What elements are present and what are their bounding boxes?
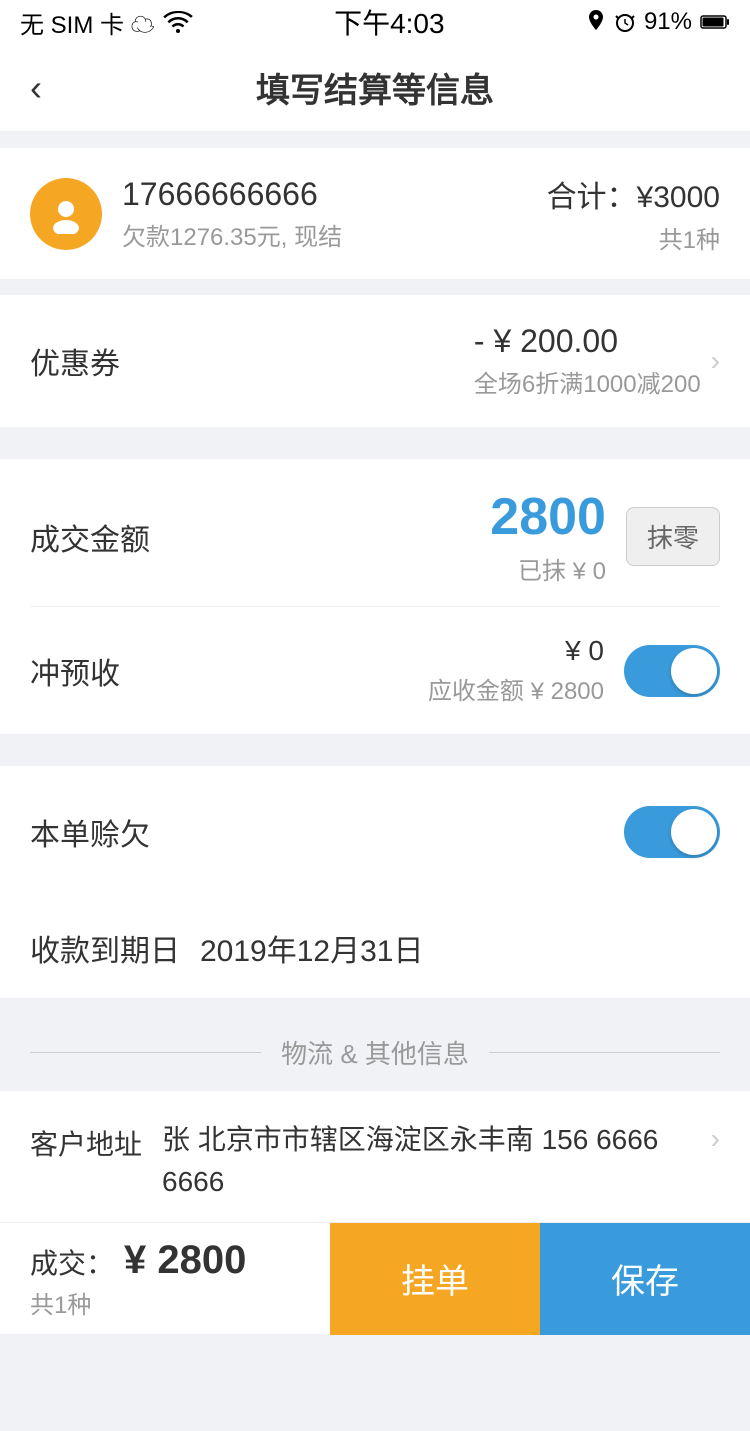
divider-4	[0, 998, 750, 1014]
logistics-header: 物流 & 其他信息	[0, 1014, 750, 1091]
amount-right: 2800 已抹 ¥ 0 抹零	[490, 487, 720, 586]
bottom-deal-label: 成交：	[30, 1242, 114, 1282]
avatar	[30, 178, 102, 250]
divider-1	[0, 279, 750, 295]
precollect-value: ¥ 0	[428, 635, 604, 667]
status-bar-left: 无 SIM 卡 ☁	[20, 5, 193, 40]
coupon-detail: 全场6折满1000减200	[474, 364, 701, 399]
toggle-knob	[671, 648, 717, 694]
bottom-summary: 成交： ¥ 2800 共1种	[0, 1238, 330, 1320]
battery-icon	[700, 14, 730, 30]
duedate-label: 收款到期日	[30, 926, 180, 970]
logistics-line-left	[30, 1052, 261, 1053]
debt-toggle[interactable]	[624, 806, 720, 858]
precollect-toggle[interactable]	[624, 645, 720, 697]
back-button[interactable]: ‹	[30, 67, 42, 109]
bottom-deal-amount: ¥ 2800	[124, 1238, 246, 1283]
address-row[interactable]: 客户地址 张 北京市市辖区海淀区永丰南 156 6666 6666 ›	[0, 1091, 750, 1231]
sim-label: 无 SIM 卡 ☁	[20, 5, 155, 40]
customer-phone: 17666666666	[122, 176, 342, 213]
total-amount: 合计：¥3000	[547, 172, 720, 216]
nav-bar: ‹ 填写结算等信息	[0, 44, 750, 132]
location-icon	[586, 10, 606, 34]
logistics-label: 物流 & 其他信息	[281, 1034, 469, 1071]
bottom-count: 共1种	[30, 1285, 300, 1320]
amount-label: 成交金额	[30, 515, 150, 559]
wifi-icon	[163, 11, 193, 33]
page-title: 填写结算等信息	[256, 63, 494, 112]
status-bar-time: 下午4:03	[334, 2, 445, 42]
divider-3	[0, 734, 750, 750]
battery-text: 91%	[644, 8, 692, 36]
amount-section: 成交金额 2800 已抹 ¥ 0 抹零 冲预收 ¥ 0 应收金额 ¥ 2800	[0, 459, 750, 734]
coupon-right: - ¥ 200.00 全场6折满1000减200 ›	[474, 323, 720, 399]
toggle-knob-debt	[671, 809, 717, 855]
debt-label: 本单赊欠	[30, 810, 150, 854]
coupon-discount: - ¥ 200.00	[474, 323, 701, 360]
precollect-sub: 应收金额 ¥ 2800	[428, 671, 604, 706]
save-button[interactable]: 保存	[540, 1223, 750, 1335]
bottom-deal-row: 成交： ¥ 2800	[30, 1238, 300, 1283]
logistics-line-right	[489, 1052, 720, 1053]
status-bar-right: 91%	[586, 8, 730, 36]
address-chevron-icon: ›	[711, 1119, 720, 1155]
customer-card: 17666666666 欠款1276.35元, 现结 合计：¥3000 共1种	[0, 148, 750, 279]
duedate-row: 收款到期日 2019年12月31日	[0, 898, 750, 998]
customer-summary: 合计：¥3000 共1种	[547, 172, 720, 255]
duedate-value: 2019年12月31日	[200, 926, 423, 970]
address-value: 张 北京市市辖区海淀区永丰南 156 6666 6666	[162, 1119, 701, 1203]
debt-row: 本单赊欠	[0, 766, 750, 898]
hang-button[interactable]: 挂单	[330, 1223, 540, 1335]
precollect-label: 冲预收	[30, 649, 120, 693]
coupon-chevron-icon: ›	[711, 345, 720, 377]
amount-erased: 已抹 ¥ 0	[490, 551, 606, 586]
round-down-button[interactable]: 抹零	[626, 507, 720, 566]
customer-info: 17666666666 欠款1276.35元, 现结	[122, 176, 342, 252]
divider-2	[0, 427, 750, 443]
alarm-icon	[614, 11, 636, 33]
status-bar: 无 SIM 卡 ☁ 下午4:03 91%	[0, 0, 750, 44]
precollect-right: ¥ 0 应收金额 ¥ 2800	[428, 635, 720, 706]
precollect-amount-col: ¥ 0 应收金额 ¥ 2800	[428, 635, 604, 706]
address-label: 客户地址	[30, 1119, 142, 1163]
precollect-row: 冲预收 ¥ 0 应收金额 ¥ 2800	[30, 607, 720, 734]
bottom-bar: 成交： ¥ 2800 共1种 挂单 保存	[0, 1222, 750, 1334]
amount-value: 2800	[490, 487, 606, 547]
amount-row: 成交金额 2800 已抹 ¥ 0 抹零	[30, 459, 720, 607]
coupon-label: 优惠券	[30, 339, 120, 383]
coupon-row[interactable]: 优惠券 - ¥ 200.00 全场6折满1000减200 ›	[0, 295, 750, 427]
customer-note: 欠款1276.35元, 现结	[122, 217, 342, 252]
total-count: 共1种	[547, 220, 720, 255]
customer-left: 17666666666 欠款1276.35元, 现结	[30, 176, 342, 252]
